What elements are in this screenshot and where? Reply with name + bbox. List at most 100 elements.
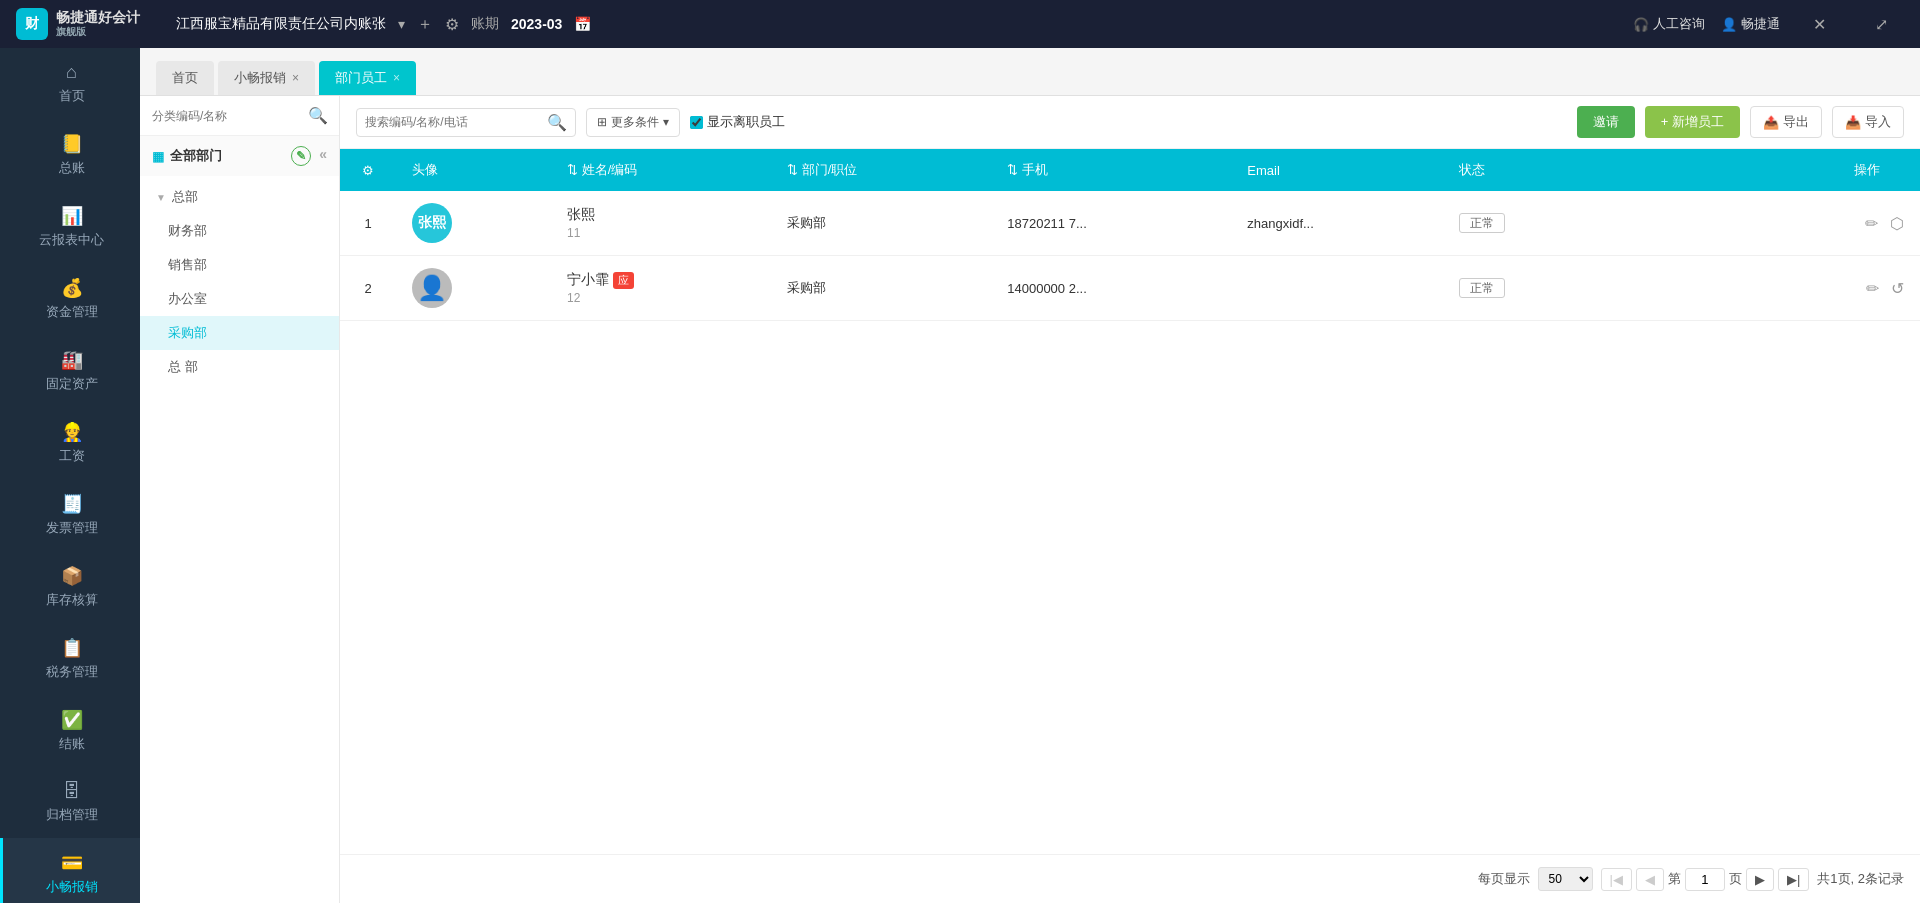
funds-icon: 💰 — [61, 277, 83, 299]
sidebar-item-invoice[interactable]: 🧾 发票管理 — [0, 479, 140, 551]
dept-node-label-hq2: 总 部 — [168, 358, 198, 376]
filter-arrow-icon: ▾ — [663, 115, 669, 129]
col-email: Email — [1231, 149, 1443, 191]
prev-page-button[interactable]: ◀ — [1636, 868, 1664, 891]
col-phone[interactable]: ⇅ 手机 — [991, 149, 1231, 191]
dept-node-label-purchase: 采购部 — [168, 324, 207, 342]
tab-expense-close-icon[interactable]: × — [292, 71, 299, 85]
dropdown-arrow-icon[interactable]: ▾ — [398, 16, 405, 32]
salary-icon: 👷 — [61, 421, 83, 443]
sidebar-label-expense: 小畅报销 — [46, 878, 98, 896]
col-name-code[interactable]: ⇅ 姓名/编码 — [551, 149, 771, 191]
pagination-bar: 每页显示 50 20 100 |◀ ◀ 第 页 ▶ ▶| — [340, 854, 1920, 903]
more-filter-button[interactable]: ⊞ 更多条件 ▾ — [586, 108, 680, 137]
last-page-button[interactable]: ▶| — [1778, 868, 1809, 891]
total-info: 共1页, 2条记录 — [1817, 870, 1904, 888]
dept-node-sales[interactable]: 销售部 — [140, 248, 339, 282]
table-row: 2 👤 宁小霏 — [340, 256, 1920, 321]
header-right: 🎧 人工咨询 👤 畅捷通 ✕ ⤢ — [1633, 0, 1904, 48]
sidebar-item-inventory[interactable]: 📦 库存核算 — [0, 551, 140, 623]
sidebar-item-funds[interactable]: 💰 资金管理 — [0, 263, 140, 335]
row1-dept: 采购部 — [771, 191, 991, 256]
sidebar-item-reports[interactable]: 📊 云报表中心 — [0, 191, 140, 263]
archive-icon: 🗄 — [63, 781, 81, 802]
sidebar-label-ledger: 总账 — [59, 159, 85, 177]
invite-button[interactable]: 邀请 — [1577, 106, 1635, 138]
di-label: 第 — [1668, 870, 1681, 888]
dept-node-purchase[interactable]: 采购部 — [140, 316, 339, 350]
settings-icon[interactable]: ⚙ — [445, 15, 459, 34]
tab-bar: 首页 小畅报销 × 部门员工 × — [140, 48, 1920, 96]
row2-delete-icon[interactable]: ↺ — [1891, 279, 1904, 298]
add-employee-label: + 新增员工 — [1661, 113, 1724, 131]
row1-code: 11 — [567, 226, 755, 240]
dept-root-label[interactable]: 全部部门 — [170, 147, 222, 165]
collapse-icon[interactable]: « — [319, 146, 327, 166]
row1-edit-icon[interactable]: ✏ — [1865, 214, 1878, 233]
edit-dept-icon[interactable]: ✎ — [291, 146, 311, 166]
employee-toolbar: 🔍 ⊞ 更多条件 ▾ 显示离职员工 邀请 — [340, 96, 1920, 149]
col-avatar: 头像 — [396, 149, 551, 191]
first-page-button[interactable]: |◀ — [1601, 868, 1632, 891]
close-window-button[interactable]: ✕ — [1796, 0, 1842, 48]
row1-status-cell: 正常 — [1443, 191, 1743, 256]
import-label: 导入 — [1865, 113, 1891, 131]
page-size-select[interactable]: 50 20 100 — [1538, 867, 1593, 891]
add-company-icon[interactable]: ＋ — [417, 14, 433, 35]
page-number-input[interactable] — [1685, 868, 1725, 891]
consult-button[interactable]: 🎧 人工咨询 — [1633, 15, 1705, 33]
user-menu[interactable]: 👤 畅捷通 — [1721, 15, 1780, 33]
employee-search-box: 🔍 — [356, 108, 576, 137]
dept-search-bar: 🔍 — [140, 96, 339, 136]
sidebar-item-tax[interactable]: 📋 税务管理 — [0, 623, 140, 695]
dept-node-office[interactable]: 办公室 — [140, 282, 339, 316]
add-employee-button[interactable]: + 新增员工 — [1645, 106, 1740, 138]
sidebar-label-reports: 云报表中心 — [39, 231, 104, 249]
sidebar-item-assets[interactable]: 🏭 固定资产 — [0, 335, 140, 407]
tab-dept-employee-close-icon[interactable]: × — [393, 71, 400, 85]
username: 畅捷通 — [1741, 15, 1780, 33]
sidebar-item-archive[interactable]: 🗄 归档管理 — [0, 767, 140, 838]
consult-label: 人工咨询 — [1653, 15, 1705, 33]
tab-dept-employee[interactable]: 部门员工 × — [319, 61, 416, 95]
row2-dept: 采购部 — [771, 256, 991, 321]
logo-icon: 财 — [16, 8, 48, 40]
dept-search-icon[interactable]: 🔍 — [308, 106, 328, 125]
col-status: 状态 — [1443, 149, 1743, 191]
export-button[interactable]: 📤 导出 — [1750, 106, 1822, 138]
employee-search-icon[interactable]: 🔍 — [547, 113, 567, 132]
tab-home[interactable]: 首页 — [156, 61, 214, 95]
dept-node-label-sales: 销售部 — [168, 256, 207, 274]
dept-search-input[interactable] — [152, 109, 302, 123]
calendar-icon[interactable]: 📅 — [574, 16, 591, 32]
sidebar-item-ledger[interactable]: 📒 总账 — [0, 119, 140, 191]
tab-dept-employee-label: 部门员工 — [335, 69, 387, 87]
col-dept[interactable]: ⇅ 部门/职位 — [771, 149, 991, 191]
row2-edit-icon[interactable]: ✏ — [1866, 279, 1879, 298]
maximize-window-button[interactable]: ⤢ — [1858, 0, 1904, 48]
row1-avatar: 张熙 — [412, 203, 452, 243]
tax-icon: 📋 — [61, 637, 83, 659]
dept-node-hq[interactable]: ▼ 总部 — [140, 180, 339, 214]
employee-search-input[interactable] — [365, 115, 541, 129]
import-button[interactable]: 📥 导入 — [1832, 106, 1904, 138]
row2-badge: 应 — [613, 272, 634, 289]
top-header: 财 畅捷通好会计 旗舰版 江西服宝精品有限责任公司内账张 ▾ ＋ ⚙ 账期 20… — [0, 0, 1920, 48]
row2-avatar-cell: 👤 — [396, 256, 551, 321]
col-settings[interactable]: ⚙ — [340, 149, 396, 191]
expense-icon: 💳 — [61, 852, 83, 874]
dept-node-hq2[interactable]: 总 部 — [140, 350, 339, 384]
show-resigned-checkbox-label[interactable]: 显示离职员工 — [690, 113, 785, 131]
export-label: 导出 — [1783, 113, 1809, 131]
sidebar-item-checkout[interactable]: ✅ 结账 — [0, 695, 140, 767]
show-resigned-checkbox[interactable] — [690, 116, 703, 129]
row1-logout-icon[interactable]: ⬡ — [1890, 214, 1904, 233]
row2-status-badge: 正常 — [1459, 278, 1505, 298]
tab-expense[interactable]: 小畅报销 × — [218, 61, 315, 95]
sidebar-item-home[interactable]: ⌂ 首页 — [0, 48, 140, 119]
sidebar-item-salary[interactable]: 👷 工资 — [0, 407, 140, 479]
next-page-button[interactable]: ▶ — [1746, 868, 1774, 891]
dept-node-finance[interactable]: 财务部 — [140, 214, 339, 248]
sidebar-label-inventory: 库存核算 — [46, 591, 98, 609]
sidebar-item-expense[interactable]: 💳 小畅报销 — [0, 838, 140, 903]
